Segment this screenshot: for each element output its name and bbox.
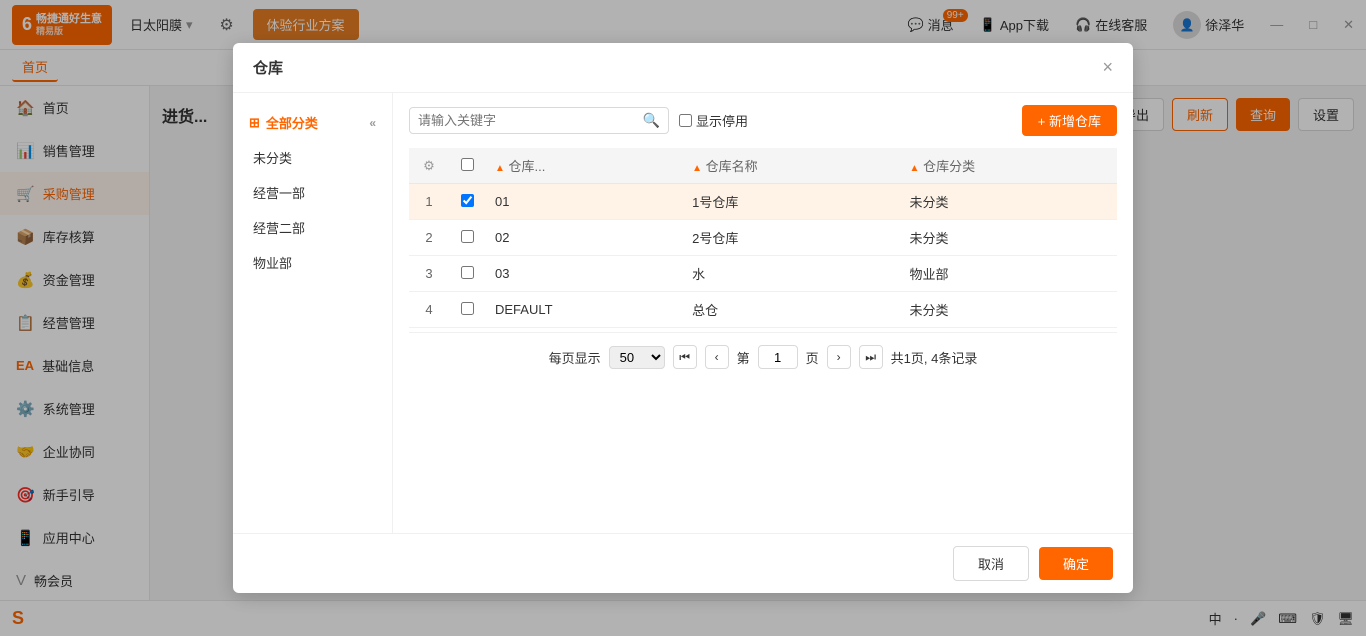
search-box[interactable]: 🔍	[409, 107, 669, 134]
row-number: 1	[409, 184, 449, 220]
warehouse-table: ⚙ ▲ 仓库... ▲ 仓库名称 ▲ 仓库分类	[409, 148, 1117, 328]
add-warehouse-button[interactable]: + 新增仓库	[1022, 105, 1117, 136]
row-code: DEFAULT	[485, 292, 682, 328]
modal-body: ⊞ 全部分类 « 未分类 经营一部 经营二部 物业部 🔍 显示停用 + 新增仓库	[233, 93, 1133, 533]
row-checkbox[interactable]	[461, 194, 474, 207]
sort-icon2: ▲	[692, 163, 702, 174]
pagination: 每页显示 50 100 ⏮ ‹ 第 页 › ⏭ 共1页, 4条记录	[409, 332, 1117, 381]
search-icon: 🔍	[643, 112, 660, 129]
row-checkbox-cell[interactable]	[449, 184, 485, 220]
row-checkbox-cell[interactable]	[449, 220, 485, 256]
modal-content-area: 🔍 显示停用 + 新增仓库 ⚙ ▲ 仓库...	[393, 93, 1133, 533]
page-input[interactable]	[758, 345, 798, 369]
modal-sidebar: ⊞ 全部分类 « 未分类 经营一部 经营二部 物业部	[233, 93, 393, 533]
row-checkbox[interactable]	[461, 266, 474, 279]
table-col-settings: ⚙	[409, 148, 449, 184]
modal-title: 仓库	[253, 57, 283, 78]
disabled-checkbox-input[interactable]	[679, 114, 692, 127]
row-name: 总仓	[682, 292, 899, 328]
first-page-button[interactable]: ⏮	[673, 345, 697, 369]
row-number: 2	[409, 220, 449, 256]
cancel-button[interactable]: 取消	[953, 546, 1029, 581]
next-page-button[interactable]: ›	[827, 345, 851, 369]
row-category: 物业部	[900, 256, 1117, 292]
row-name: 1号仓库	[682, 184, 899, 220]
row-checkbox[interactable]	[461, 230, 474, 243]
total-records-label: 共1页, 4条记录	[891, 348, 978, 367]
row-category: 未分类	[900, 292, 1117, 328]
per-page-select[interactable]: 50 100	[609, 346, 665, 369]
row-code: 02	[485, 220, 682, 256]
table-col-code: ▲ 仓库...	[485, 148, 682, 184]
warehouse-modal: 仓库 × ⊞ 全部分类 « 未分类 经营一部 经营二部 物业部 🔍	[233, 43, 1133, 593]
table-col-category: ▲ 仓库分类	[900, 148, 1117, 184]
modal-footer: 取消 确定	[233, 533, 1133, 593]
row-category: 未分类	[900, 220, 1117, 256]
per-page-label: 每页显示	[549, 348, 601, 367]
row-category: 未分类	[900, 184, 1117, 220]
modal-sidebar-item-uncategorized[interactable]: 未分类	[233, 140, 392, 175]
category-all-label: 全部分类	[266, 113, 318, 132]
grid-icon: ⊞	[249, 115, 260, 131]
show-disabled-checkbox[interactable]: 显示停用	[679, 111, 748, 130]
table-row[interactable]: 1 01 1号仓库 未分类	[409, 184, 1117, 220]
modal-sidebar-item-ops1[interactable]: 经营一部	[233, 175, 392, 210]
row-code: 01	[485, 184, 682, 220]
page-label-pre: 第	[737, 348, 750, 367]
last-page-button[interactable]: ⏭	[859, 345, 883, 369]
page-label: 页	[806, 348, 819, 367]
search-input[interactable]	[418, 113, 643, 128]
table-row[interactable]: 4 DEFAULT 总仓 未分类	[409, 292, 1117, 328]
table-col-check	[449, 148, 485, 184]
modal-header: 仓库 ×	[233, 43, 1133, 93]
row-checkbox-cell[interactable]	[449, 256, 485, 292]
prev-page-button[interactable]: ‹	[705, 345, 729, 369]
row-checkbox-cell[interactable]	[449, 292, 485, 328]
row-name: 水	[682, 256, 899, 292]
row-number: 4	[409, 292, 449, 328]
modal-sidebar-item-ops2[interactable]: 经营二部	[233, 210, 392, 245]
row-name: 2号仓库	[682, 220, 899, 256]
modal-sidebar-item-property[interactable]: 物业部	[233, 245, 392, 280]
sort-icon3: ▲	[910, 163, 920, 174]
table-row[interactable]: 2 02 2号仓库 未分类	[409, 220, 1117, 256]
modal-sidebar-header[interactable]: ⊞ 全部分类 «	[233, 105, 392, 140]
confirm-button[interactable]: 确定	[1039, 547, 1113, 580]
table-row[interactable]: 3 03 水 物业部	[409, 256, 1117, 292]
modal-toolbar: 🔍 显示停用 + 新增仓库	[409, 105, 1117, 136]
collapse-icon[interactable]: «	[369, 116, 376, 130]
sort-icon: ▲	[495, 163, 505, 174]
modal-close-button[interactable]: ×	[1102, 57, 1113, 78]
row-code: 03	[485, 256, 682, 292]
row-number: 3	[409, 256, 449, 292]
table-col-name: ▲ 仓库名称	[682, 148, 899, 184]
row-checkbox[interactable]	[461, 302, 474, 315]
select-all-checkbox[interactable]	[461, 158, 474, 171]
